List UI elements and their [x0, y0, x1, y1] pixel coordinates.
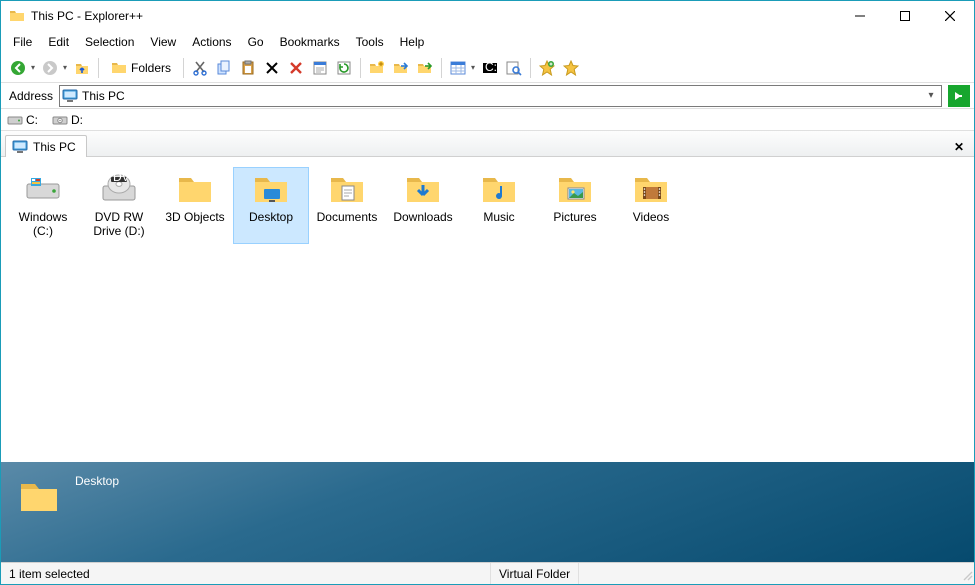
- folder-doc-icon: [327, 172, 367, 208]
- window-title: This PC - Explorer++: [31, 9, 837, 23]
- drive-c-label: C:: [26, 113, 38, 127]
- item-label: Music: [483, 210, 514, 224]
- folder-music-icon: [479, 172, 519, 208]
- properties-button[interactable]: [309, 57, 331, 79]
- minimize-button[interactable]: [837, 2, 882, 30]
- dvd-icon: DVD: [99, 172, 139, 208]
- menubar: File Edit Selection View Actions Go Book…: [1, 31, 974, 53]
- menu-help[interactable]: Help: [392, 33, 433, 51]
- item-pictures[interactable]: Pictures: [537, 167, 613, 244]
- delete-permanent-button[interactable]: [285, 57, 307, 79]
- search-button[interactable]: [503, 57, 525, 79]
- toolbar: ▾ ▾ Folders ▾ C:\: [1, 53, 974, 83]
- folder-icon: [175, 172, 215, 208]
- item-label: Pictures: [553, 210, 596, 224]
- drive-c[interactable]: C:: [7, 113, 38, 127]
- item-label: Downloads: [393, 210, 452, 224]
- titlebar: This PC - Explorer++: [1, 1, 974, 31]
- item-label: 3D Objects: [165, 210, 224, 224]
- details-name: Desktop: [75, 474, 119, 488]
- toolbar-separator: [441, 58, 442, 78]
- menu-tools[interactable]: Tools: [348, 33, 392, 51]
- forward-dropdown[interactable]: ▾: [61, 63, 69, 72]
- item-documents[interactable]: Documents: [309, 167, 385, 244]
- tab-close-button[interactable]: ✕: [950, 138, 968, 156]
- maximize-button[interactable]: [882, 2, 927, 30]
- folder-desktop-icon: [251, 172, 291, 208]
- item-windows-c-[interactable]: Windows (C:): [5, 167, 81, 244]
- address-text[interactable]: This PC: [82, 89, 923, 103]
- drives-bar: C: D:: [1, 109, 974, 131]
- toolbar-separator: [183, 58, 184, 78]
- address-dropdown[interactable]: ▾: [923, 90, 939, 101]
- folders-toggle[interactable]: Folders: [104, 57, 178, 79]
- terminal-button[interactable]: C:\: [479, 57, 501, 79]
- menu-view[interactable]: View: [142, 33, 184, 51]
- item-dvd-rw-drive-d-[interactable]: DVD DVD RW Drive (D:): [81, 167, 157, 244]
- address-bar: Address This PC ▾: [1, 83, 974, 109]
- folder-vid-icon: [631, 172, 671, 208]
- folders-label: Folders: [131, 61, 171, 75]
- bookmarks-button[interactable]: [560, 57, 582, 79]
- paste-button[interactable]: [237, 57, 259, 79]
- svg-text:C:\: C:\: [485, 60, 498, 74]
- menu-actions[interactable]: Actions: [184, 33, 239, 51]
- item-label: Videos: [633, 210, 669, 224]
- item-label: Documents: [317, 210, 378, 224]
- app-folder-icon: [9, 8, 25, 24]
- svg-text:DVD: DVD: [113, 172, 139, 184]
- back-dropdown[interactable]: ▾: [29, 63, 37, 72]
- tab-this-pc[interactable]: This PC: [5, 135, 87, 157]
- item-label: Desktop: [249, 210, 293, 224]
- address-combo[interactable]: This PC ▾: [59, 85, 942, 107]
- new-folder-button[interactable]: [366, 57, 388, 79]
- views-dropdown[interactable]: ▾: [469, 63, 477, 72]
- tab-bar: This PC ✕: [1, 131, 974, 157]
- this-pc-icon: [62, 88, 78, 104]
- go-button[interactable]: [948, 85, 970, 107]
- tab-label: This PC: [33, 140, 76, 154]
- menu-edit[interactable]: Edit: [40, 33, 77, 51]
- copy-to-button[interactable]: [390, 57, 412, 79]
- toolbar-separator: [98, 58, 99, 78]
- move-to-button[interactable]: [414, 57, 436, 79]
- delete-button[interactable]: [261, 57, 283, 79]
- menu-selection[interactable]: Selection: [77, 33, 142, 51]
- menu-bookmarks[interactable]: Bookmarks: [272, 33, 348, 51]
- item-label: Windows (C:): [8, 210, 78, 239]
- copy-button[interactable]: [213, 57, 235, 79]
- resize-grip-icon[interactable]: [958, 566, 974, 582]
- hdd-icon: [23, 172, 63, 208]
- add-bookmark-button[interactable]: [536, 57, 558, 79]
- item-3d-objects[interactable]: 3D Objects: [157, 167, 233, 244]
- toolbar-separator: [360, 58, 361, 78]
- close-button[interactable]: [927, 2, 972, 30]
- forward-button[interactable]: [39, 57, 61, 79]
- details-folder-icon: [17, 474, 61, 518]
- toolbar-separator: [530, 58, 531, 78]
- address-label: Address: [5, 89, 53, 103]
- status-type: Virtual Folder: [491, 563, 579, 584]
- file-view[interactable]: Windows (C:) DVD DVD RW Drive (D:) 3D Objec…: [1, 157, 974, 462]
- up-button[interactable]: [71, 57, 93, 79]
- views-button[interactable]: [447, 57, 469, 79]
- this-pc-icon: [12, 139, 28, 155]
- details-pane: Desktop: [1, 462, 974, 562]
- menu-go[interactable]: Go: [240, 33, 272, 51]
- item-label: DVD RW Drive (D:): [84, 210, 154, 239]
- back-button[interactable]: [7, 57, 29, 79]
- folder-pic-icon: [555, 172, 595, 208]
- item-desktop[interactable]: Desktop: [233, 167, 309, 244]
- item-downloads[interactable]: Downloads: [385, 167, 461, 244]
- status-selection: 1 item selected: [1, 563, 491, 584]
- drive-d-label: D:: [71, 113, 83, 127]
- refresh-button[interactable]: [333, 57, 355, 79]
- item-videos[interactable]: Videos: [613, 167, 689, 244]
- item-music[interactable]: Music: [461, 167, 537, 244]
- drive-d[interactable]: D:: [52, 113, 83, 127]
- statusbar: 1 item selected Virtual Folder: [1, 562, 974, 584]
- cut-button[interactable]: [189, 57, 211, 79]
- folder-dl-icon: [403, 172, 443, 208]
- menu-file[interactable]: File: [5, 33, 40, 51]
